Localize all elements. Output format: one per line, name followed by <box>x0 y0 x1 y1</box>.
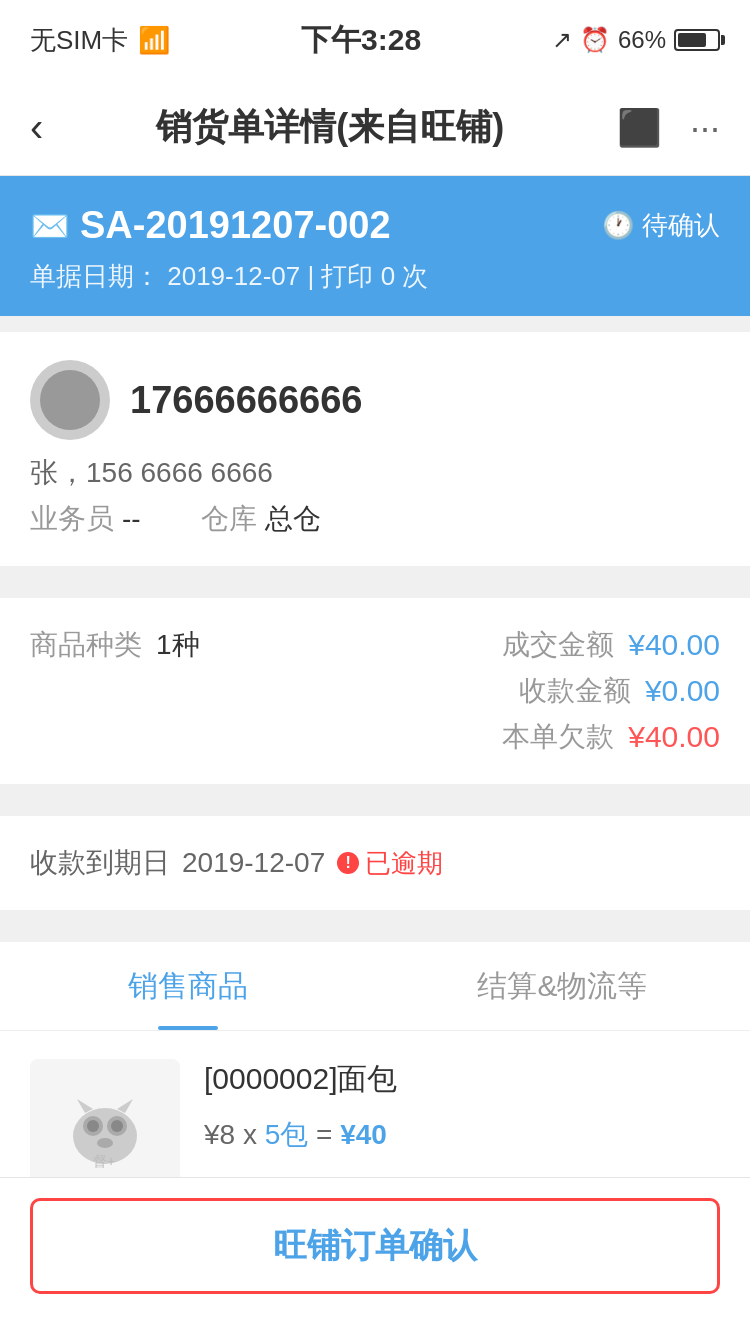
amount-value: ¥40.00 <box>628 628 720 662</box>
equals-symbol: = <box>316 1119 332 1150</box>
svg-point-5 <box>87 1120 99 1132</box>
product-price: ¥8 x 5包 = ¥40 <box>204 1116 720 1154</box>
order-status: 🕐 待确认 <box>602 208 720 243</box>
warehouse-field: 仓库 总仓 <box>201 500 321 538</box>
page-title: 销货单详情(来自旺铺) <box>156 103 504 152</box>
svg-point-1 <box>52 404 88 424</box>
bottom-btn-area: 旺铺订单确认 <box>0 1177 750 1334</box>
owed-value: ¥40.00 <box>628 720 720 754</box>
alarm-icon: ⏰ <box>580 26 610 54</box>
due-date: 2019-12-07 <box>182 847 325 879</box>
warehouse-value: 总仓 <box>265 500 321 538</box>
svg-point-0 <box>60 382 80 402</box>
customer-card: 17666666666 张，156 6666 6666 业务员 -- 仓库 总仓 <box>0 332 750 566</box>
svg-point-6 <box>111 1120 123 1132</box>
amount-row: 成交金额 ¥40.00 <box>502 626 720 664</box>
tab-settlement-label: 结算&物流等 <box>477 966 647 1007</box>
tab-sales-products[interactable]: 销售商品 <box>0 942 375 1030</box>
owed-label: 本单欠款 <box>502 718 614 756</box>
back-button[interactable]: ‹ <box>30 105 43 150</box>
overdue-icon: ! <box>337 852 359 874</box>
order-id-text: SA-20191207-002 <box>80 204 391 247</box>
status-text: 待确认 <box>642 208 720 243</box>
nav-bar: ‹ 销货单详情(来自旺铺) ⬛ ··· <box>0 80 750 176</box>
print-info: | 打印 0 次 <box>307 261 428 291</box>
battery-icon <box>674 29 720 51</box>
order-meta: 单据日期： 2019-12-07 | 打印 0 次 <box>30 259 720 294</box>
order-header: ✉️ SA-20191207-002 🕐 待确认 单据日期： 2019-12-0… <box>0 176 750 316</box>
tabs: 销售商品 结算&物流等 <box>0 942 750 1031</box>
received-label: 收款金额 <box>519 672 631 710</box>
person-icon <box>46 376 94 424</box>
status-left: 无SIM卡 📶 <box>30 23 170 58</box>
salesman-field: 业务员 -- <box>30 500 141 538</box>
status-bar: 无SIM卡 📶 下午3:28 ↗ ⏰ 66% <box>0 0 750 80</box>
warehouse-label: 仓库 <box>201 500 257 538</box>
received-value: ¥0.00 <box>645 674 720 708</box>
salesman-label: 业务员 <box>30 500 114 538</box>
avatar <box>30 360 110 440</box>
order-icon: ✉️ <box>30 207 70 245</box>
clock-icon: 🕐 <box>602 210 634 241</box>
tab-active-indicator <box>158 1026 218 1030</box>
product-owl-icon: 督+ <box>55 1091 155 1178</box>
date-label: 单据日期： <box>30 261 160 291</box>
battery-percent: 66% <box>618 26 666 54</box>
share-button[interactable]: ⬛ <box>617 107 662 149</box>
customer-details: 业务员 -- 仓库 总仓 <box>30 500 720 538</box>
received-row: 收款金额 ¥0.00 <box>519 672 720 710</box>
product-types-label: 商品种类 <box>30 626 142 664</box>
divider-1 <box>0 566 750 582</box>
more-button[interactable]: ··· <box>690 107 720 149</box>
customer-phone: 17666666666 <box>130 379 362 422</box>
divider-2 <box>0 784 750 800</box>
svg-marker-8 <box>77 1099 93 1113</box>
tab-sales-label: 销售商品 <box>128 966 248 1007</box>
due-date-card: 收款到期日 2019-12-07 ! 已逾期 <box>0 816 750 910</box>
summary-card: 商品种类 1种 成交金额 ¥40.00 收款金额 ¥0.00 本单欠款 ¥40.… <box>0 598 750 784</box>
overdue-text: 已逾期 <box>365 846 443 881</box>
total-value: ¥40 <box>340 1119 387 1150</box>
confirm-order-button[interactable]: 旺铺订单确认 <box>30 1198 720 1294</box>
svg-marker-9 <box>117 1099 133 1113</box>
owed-row: 本单欠款 ¥40.00 <box>502 718 720 756</box>
carrier-text: 无SIM卡 <box>30 23 128 58</box>
due-label: 收款到期日 <box>30 844 170 882</box>
amounts: 成交金额 ¥40.00 收款金额 ¥0.00 本单欠款 ¥40.00 <box>502 626 720 756</box>
order-id-row: ✉️ SA-20191207-002 <box>30 204 391 247</box>
tab-settlement[interactable]: 结算&物流等 <box>375 942 750 1030</box>
divider-3 <box>0 910 750 926</box>
status-right: ↗ ⏰ 66% <box>552 26 720 54</box>
product-types-value: 1种 <box>156 626 200 664</box>
price-value: ¥8 <box>204 1119 235 1150</box>
salesman-value: -- <box>122 503 141 535</box>
svg-point-7 <box>97 1138 113 1148</box>
wifi-icon: 📶 <box>138 25 170 56</box>
time-display: 下午3:28 <box>301 20 421 61</box>
product-types: 商品种类 1种 <box>30 626 200 664</box>
overdue-badge: ! 已逾期 <box>337 846 443 881</box>
date-value: 2019-12-07 <box>167 261 300 291</box>
location-icon: ↗ <box>552 26 572 54</box>
multiplier-symbol: x <box>243 1119 257 1150</box>
product-name: [0000002]面包 <box>204 1059 720 1100</box>
svg-text:督+: 督+ <box>93 1153 115 1169</box>
amount-label: 成交金额 <box>502 626 614 664</box>
quantity-value: 5包 <box>265 1119 309 1150</box>
customer-name: 张，156 6666 6666 <box>30 454 720 492</box>
nav-icons: ⬛ ··· <box>617 107 720 149</box>
